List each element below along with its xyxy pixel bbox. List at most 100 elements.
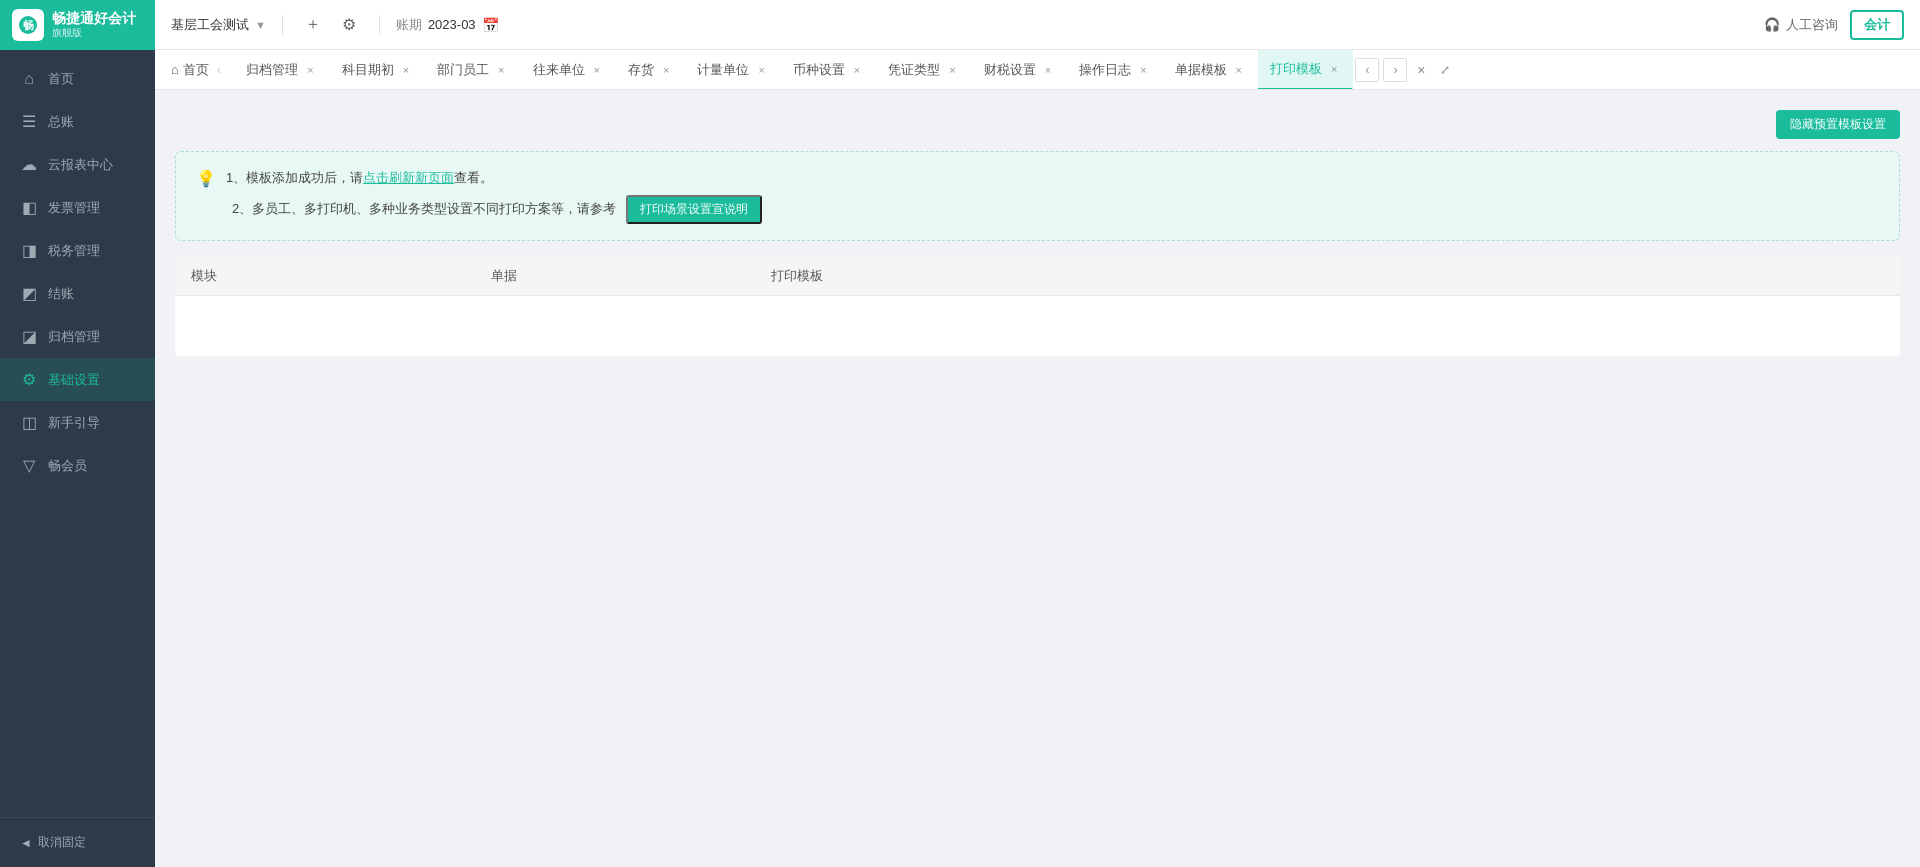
logo-icon: 畅 — [12, 9, 44, 41]
sidebar-item-ledger[interactable]: ☰ 总账 — [0, 100, 155, 143]
tab-unit-label: 计量单位 — [697, 61, 749, 79]
th-module: 模块 — [191, 267, 491, 285]
kuaiji-button[interactable]: 会计 — [1850, 10, 1904, 40]
tab-currency-close[interactable]: × — [851, 63, 863, 77]
notice-row-2: 2、多员工、多打印机、多种业务类型设置不同打印方案等，请参考 打印场景设置宣说明 — [196, 195, 1879, 224]
period-value: 2023-03 — [428, 17, 476, 32]
tab-singletpl[interactable]: 单据模板 × — [1163, 50, 1258, 90]
sidebar-nav: ⌂ 首页 ☰ 总账 ☁ 云报表中心 ◧ 发票管理 ◨ 税务管理 ◩ 结账 ◪ 归… — [0, 50, 155, 817]
tabbar-prev[interactable]: ‹ — [1355, 58, 1379, 82]
tab-vendor[interactable]: 往来单位 × — [521, 50, 616, 90]
sidebar-item-home[interactable]: ⌂ 首页 — [0, 58, 155, 100]
tab-oplog[interactable]: 操作日志 × — [1067, 50, 1162, 90]
sidebar-item-settings[interactable]: ⚙ 基础设置 — [0, 358, 155, 401]
tab-vendor-close[interactable]: × — [591, 63, 603, 77]
tabbar-next[interactable]: › — [1383, 58, 1407, 82]
tab-currency[interactable]: 币种设置 × — [781, 50, 876, 90]
tab-voucher-close[interactable]: × — [946, 63, 958, 77]
settings-icon[interactable]: ⚙ — [335, 11, 363, 39]
member-icon: ▽ — [20, 456, 38, 475]
closing-icon: ◩ — [20, 284, 38, 303]
unpin-label: 取消固定 — [38, 834, 86, 851]
sidebar-item-reports[interactable]: ☁ 云报表中心 — [0, 143, 155, 186]
period-label: 账期 — [396, 16, 422, 34]
sidebar-label-reports: 云报表中心 — [48, 156, 113, 174]
topbar-actions: ＋ ⚙ — [299, 11, 363, 39]
tab-dept-label: 部门员工 — [437, 61, 489, 79]
tab-voucher[interactable]: 凭证类型 × — [876, 50, 971, 90]
tab-unit[interactable]: 计量单位 × — [685, 50, 780, 90]
reports-icon: ☁ — [20, 155, 38, 174]
headset-icon: 🎧 — [1764, 17, 1780, 32]
home-icon: ⌂ — [20, 70, 38, 88]
logo: 畅 畅捷通好会计 旗舰版 — [0, 0, 155, 50]
bulb-icon: 💡 — [196, 169, 216, 188]
notice-line2-prefix: 2、多员工、多打印机、多种业务类型设置不同打印方案等，请参考 — [232, 201, 616, 216]
tab-oplog-label: 操作日志 — [1079, 61, 1131, 79]
tab-printtpl[interactable]: 打印模板 × — [1258, 50, 1353, 90]
tab-taxsetting[interactable]: 财税设置 × — [972, 50, 1067, 90]
topbar-divider-2 — [379, 15, 380, 35]
tab-dept[interactable]: 部门员工 × — [425, 50, 520, 90]
sidebar-label-guide: 新手引导 — [48, 414, 100, 432]
print-scene-button[interactable]: 打印场景设置宣说明 — [626, 195, 762, 224]
topbar-right: 🎧 人工咨询 会计 — [1764, 10, 1904, 40]
notice-text-1: 1、模板添加成功后，请点击刷新新页面查看。 — [226, 168, 493, 189]
sidebar-item-invoice[interactable]: ◧ 发票管理 — [0, 186, 155, 229]
tab-printtpl-label: 打印模板 — [1270, 60, 1322, 78]
sidebar-item-member[interactable]: ▽ 畅会员 — [0, 444, 155, 487]
company-selector[interactable]: 基层工会测试 ▼ — [171, 16, 266, 34]
logo-name: 畅捷通好会计 — [52, 10, 136, 27]
notice-line1-suffix: 查看。 — [454, 170, 493, 185]
service-label: 人工咨询 — [1786, 16, 1838, 34]
tabbar-close-all[interactable]: × — [1409, 58, 1433, 82]
sidebar-item-closing[interactable]: ◩ 结账 — [0, 272, 155, 315]
tab-vendor-label: 往来单位 — [533, 61, 585, 79]
calendar-icon: 📅 — [482, 17, 499, 33]
tab-singletpl-label: 单据模板 — [1175, 61, 1227, 79]
tab-home-label: 首页 — [183, 61, 209, 79]
sidebar-item-guide[interactable]: ◫ 新手引导 — [0, 401, 155, 444]
sidebar-footer-unpin[interactable]: ◄ 取消固定 — [0, 817, 155, 867]
tabbar-expand[interactable]: ⤢ — [1433, 58, 1457, 82]
unpin-icon: ◄ — [20, 836, 32, 850]
notice-line1-link[interactable]: 点击刷新新页面 — [363, 170, 454, 185]
tab-printtpl-close[interactable]: × — [1328, 62, 1340, 76]
tax-icon: ◨ — [20, 241, 38, 260]
archive-icon: ◪ — [20, 327, 38, 346]
tab-archive-close[interactable]: × — [304, 63, 316, 77]
hide-template-button[interactable]: 隐藏预置模板设置 — [1776, 110, 1900, 139]
content-area: 隐藏预置模板设置 💡 1、模板添加成功后，请点击刷新新页面查看。 2、多员工、多… — [155, 90, 1920, 867]
notice-box: 💡 1、模板添加成功后，请点击刷新新页面查看。 2、多员工、多打印机、多种业务类… — [175, 151, 1900, 241]
sidebar-label-member: 畅会员 — [48, 457, 87, 475]
invoice-icon: ◧ — [20, 198, 38, 217]
tab-unit-close[interactable]: × — [755, 63, 767, 77]
company-name: 基层工会测试 — [171, 16, 249, 34]
sidebar-item-tax[interactable]: ◨ 税务管理 — [0, 229, 155, 272]
sidebar-label-settings: 基础设置 — [48, 371, 100, 389]
tab-subject[interactable]: 科目期初 × — [330, 50, 425, 90]
table-body — [175, 296, 1900, 356]
tab-subject-close[interactable]: × — [400, 63, 412, 77]
service-button[interactable]: 🎧 人工咨询 — [1764, 16, 1838, 34]
tab-inventory-label: 存货 — [628, 61, 654, 79]
notice-line1-prefix: 1、模板添加成功后，请 — [226, 170, 363, 185]
tab-singletpl-close[interactable]: × — [1233, 63, 1245, 77]
tab-home[interactable]: ⌂ 首页 ‹ — [159, 50, 234, 90]
tab-inventory-close[interactable]: × — [660, 63, 672, 77]
sidebar-item-archive[interactable]: ◪ 归档管理 — [0, 315, 155, 358]
tab-taxsetting-close[interactable]: × — [1042, 63, 1054, 77]
ledger-icon: ☰ — [20, 112, 38, 131]
tab-voucher-label: 凭证类型 — [888, 61, 940, 79]
logo-sub: 旗舰版 — [52, 26, 136, 40]
hide-template-area: 隐藏预置模板设置 — [175, 110, 1900, 139]
add-icon[interactable]: ＋ — [299, 11, 327, 39]
tab-inventory[interactable]: 存货 × — [616, 50, 685, 90]
sidebar-label-tax: 税务管理 — [48, 242, 100, 260]
tab-archive[interactable]: 归档管理 × — [234, 50, 329, 90]
topbar-divider-1 — [282, 15, 283, 35]
tabbar: ⌂ 首页 ‹ 归档管理 × 科目期初 × 部门员工 × 往来单位 × 存货 × … — [155, 50, 1920, 90]
tab-dept-close[interactable]: × — [495, 63, 507, 77]
period-selector[interactable]: 账期 2023-03 📅 — [396, 16, 499, 34]
tab-oplog-close[interactable]: × — [1137, 63, 1149, 77]
